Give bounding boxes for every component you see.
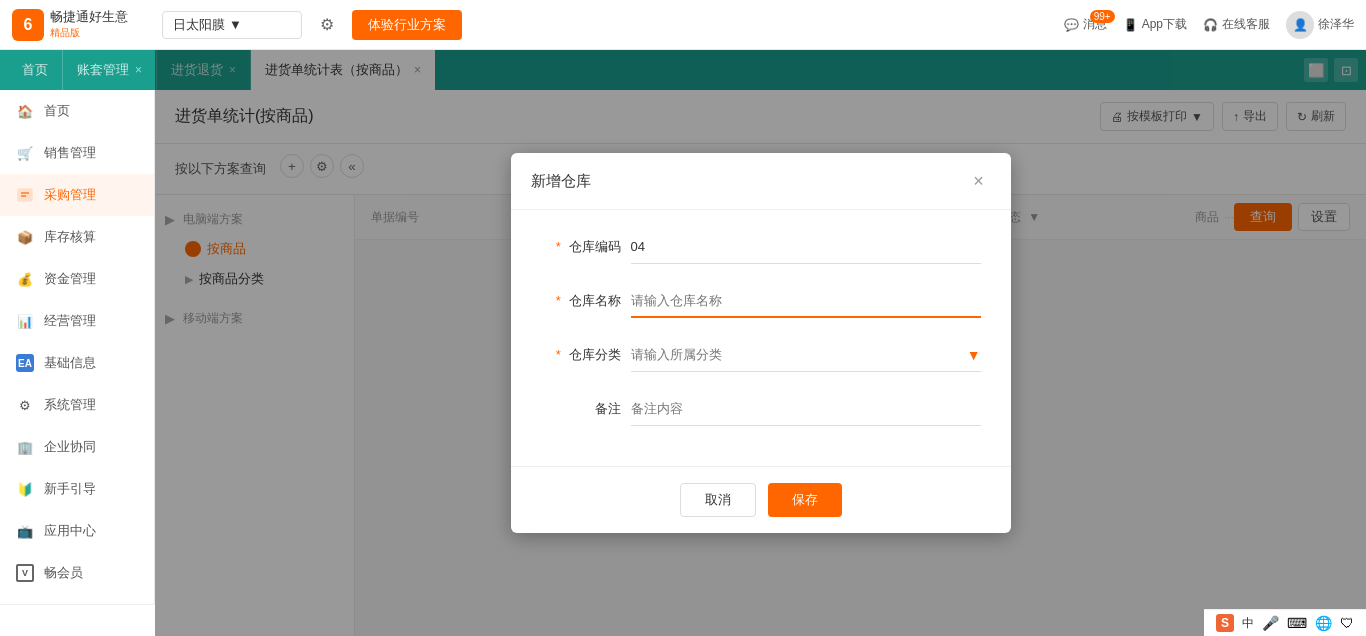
money-icon: 💰 (16, 270, 34, 288)
form-row-code: * 仓库编码 (541, 230, 981, 264)
chevron-down-icon: ▼ (229, 17, 242, 32)
management-icon: 📊 (16, 312, 34, 330)
sidebar: 🏠 首页 🛒 销售管理 采购管理 📦 库存核算 💰 资金管理 (0, 90, 155, 636)
store-selector[interactable]: 日太阳膜 ▼ (162, 11, 302, 39)
member-icon: V (16, 564, 34, 582)
sidebar-inventory-label: 库存核算 (44, 228, 96, 246)
sidebar-purchase-label: 采购管理 (44, 186, 96, 204)
system-icon: ⚙ (16, 396, 34, 414)
modal-body: * 仓库编码 * 仓库名称 * 仓库分类 (511, 210, 1011, 466)
remark-label: 备注 (541, 400, 621, 418)
warehouse-code-input[interactable] (631, 230, 981, 264)
experience-button[interactable]: 体验行业方案 (352, 10, 462, 40)
modal-header: 新增仓库 × (511, 153, 1011, 210)
warehouse-category-input[interactable] (631, 347, 967, 362)
sidebar-guide-label: 新手引导 (44, 480, 96, 498)
enterprise-icon: 🏢 (16, 438, 34, 456)
messages-badge: 99+ (1090, 10, 1115, 23)
logo-icon: 6 (12, 9, 44, 41)
sidebar-item-purchase[interactable]: 采购管理 (0, 174, 154, 216)
sidebar-bottom: ⚙ 🔊 (0, 604, 155, 636)
form-row-category: * 仓库分类 ▼ (541, 338, 981, 372)
sidebar-item-home[interactable]: 🏠 首页 (0, 90, 154, 132)
logo-name: 畅捷通好生意 (50, 9, 128, 26)
remark-input[interactable] (631, 392, 981, 426)
warehouse-code-label: * 仓库编码 (541, 238, 621, 256)
sidebar-item-management[interactable]: 📊 经营管理 (0, 300, 154, 342)
form-row-remark: 备注 (541, 392, 981, 426)
new-warehouse-modal: 新增仓库 × * 仓库编码 * 仓库名称 (511, 153, 1011, 533)
sidebar-item-inventory[interactable]: 📦 库存核算 (0, 216, 154, 258)
sidebar-management-label: 经营管理 (44, 312, 96, 330)
warehouse-name-input[interactable] (631, 284, 981, 318)
tab-home-label: 首页 (22, 61, 48, 79)
avatar: 👤 (1286, 11, 1314, 39)
headset-icon: 🎧 (1203, 18, 1218, 32)
purchase-icon (16, 186, 34, 204)
sidebar-item-basic-info[interactable]: EA 基础信息 (0, 342, 154, 384)
warehouse-category-wrapper: ▼ (631, 338, 981, 372)
user-name: 徐泽华 (1318, 16, 1354, 33)
modal-close-button[interactable]: × (967, 169, 991, 193)
online-service-item[interactable]: 🎧 在线客服 (1203, 16, 1270, 33)
sidebar-item-sales[interactable]: 🛒 销售管理 (0, 132, 154, 174)
mic-icon: 🎤 (1262, 615, 1279, 631)
guide-icon: 🔰 (16, 480, 34, 498)
settings-icon[interactable]: ⚙ (312, 10, 342, 40)
security-icon: 🛡 (1340, 615, 1354, 631)
phone-icon: 📱 (1123, 18, 1138, 32)
apps-icon: 📺 (16, 522, 34, 540)
sidebar-item-member[interactable]: V 畅会员 (0, 552, 154, 594)
category-dropdown-icon[interactable]: ▼ (967, 347, 981, 363)
sidebar-item-guide[interactable]: 🔰 新手引导 (0, 468, 154, 510)
user-item[interactable]: 👤 徐泽华 (1286, 11, 1354, 39)
s-logo: S (1216, 614, 1234, 632)
sidebar-apps-label: 应用中心 (44, 522, 96, 540)
modal-overlay: 新增仓库 × * 仓库编码 * 仓库名称 (155, 50, 1366, 636)
tab-accounts-close[interactable]: × (135, 63, 142, 77)
info-icon: EA (16, 354, 34, 372)
branding-text: 中 (1242, 615, 1254, 632)
modal-footer: 取消 保存 (511, 466, 1011, 533)
warehouse-category-label: * 仓库分类 (541, 346, 621, 364)
keyboard-icon: ⌨ (1287, 615, 1307, 631)
logo-area: 6 畅捷通好生意 精品版 (12, 9, 152, 41)
modal-title: 新增仓库 (531, 172, 591, 191)
top-bar: 6 畅捷通好生意 精品版 日太阳膜 ▼ ⚙ 体验行业方案 💬 消息 99+ 📱 … (0, 0, 1366, 50)
warehouse-name-label: * 仓库名称 (541, 292, 621, 310)
cancel-button[interactable]: 取消 (680, 483, 756, 517)
messages-item[interactable]: 💬 消息 99+ (1064, 16, 1107, 33)
inventory-icon: 📦 (16, 228, 34, 246)
sidebar-item-system[interactable]: ⚙ 系统管理 (0, 384, 154, 426)
sidebar-finance-label: 资金管理 (44, 270, 96, 288)
tab-home[interactable]: 首页 (8, 50, 63, 90)
translate-icon: 🌐 (1315, 615, 1332, 631)
sidebar-item-enterprise[interactable]: 🏢 企业协同 (0, 426, 154, 468)
svg-rect-0 (18, 189, 32, 201)
save-button[interactable]: 保存 (768, 483, 842, 517)
app-download-item[interactable]: 📱 App下载 (1123, 16, 1187, 33)
logo-sub: 精品版 (50, 26, 128, 40)
cart-icon: 🛒 (16, 144, 34, 162)
sidebar-enterprise-label: 企业协同 (44, 438, 96, 456)
form-row-name: * 仓库名称 (541, 284, 981, 318)
store-name: 日太阳膜 (173, 16, 225, 34)
bottom-branding: S 中 🎤 ⌨ 🌐 🛡 (1204, 609, 1366, 636)
sidebar-basic-info-label: 基础信息 (44, 354, 96, 372)
sidebar-member-label: 畅会员 (44, 564, 83, 582)
tab-accounts[interactable]: 账套管理 × (63, 50, 157, 90)
message-icon: 💬 (1064, 18, 1079, 32)
sidebar-home-label: 首页 (44, 102, 70, 120)
home-icon: 🏠 (16, 102, 34, 120)
user-icon: 👤 (1293, 18, 1308, 32)
sidebar-sales-label: 销售管理 (44, 144, 96, 162)
sidebar-item-apps[interactable]: 📺 应用中心 (0, 510, 154, 552)
sidebar-item-finance[interactable]: 💰 资金管理 (0, 258, 154, 300)
top-bar-right: 💬 消息 99+ 📱 App下载 🎧 在线客服 👤 徐泽华 (1064, 11, 1354, 39)
sidebar-system-label: 系统管理 (44, 396, 96, 414)
tab-accounts-label: 账套管理 (77, 61, 129, 79)
